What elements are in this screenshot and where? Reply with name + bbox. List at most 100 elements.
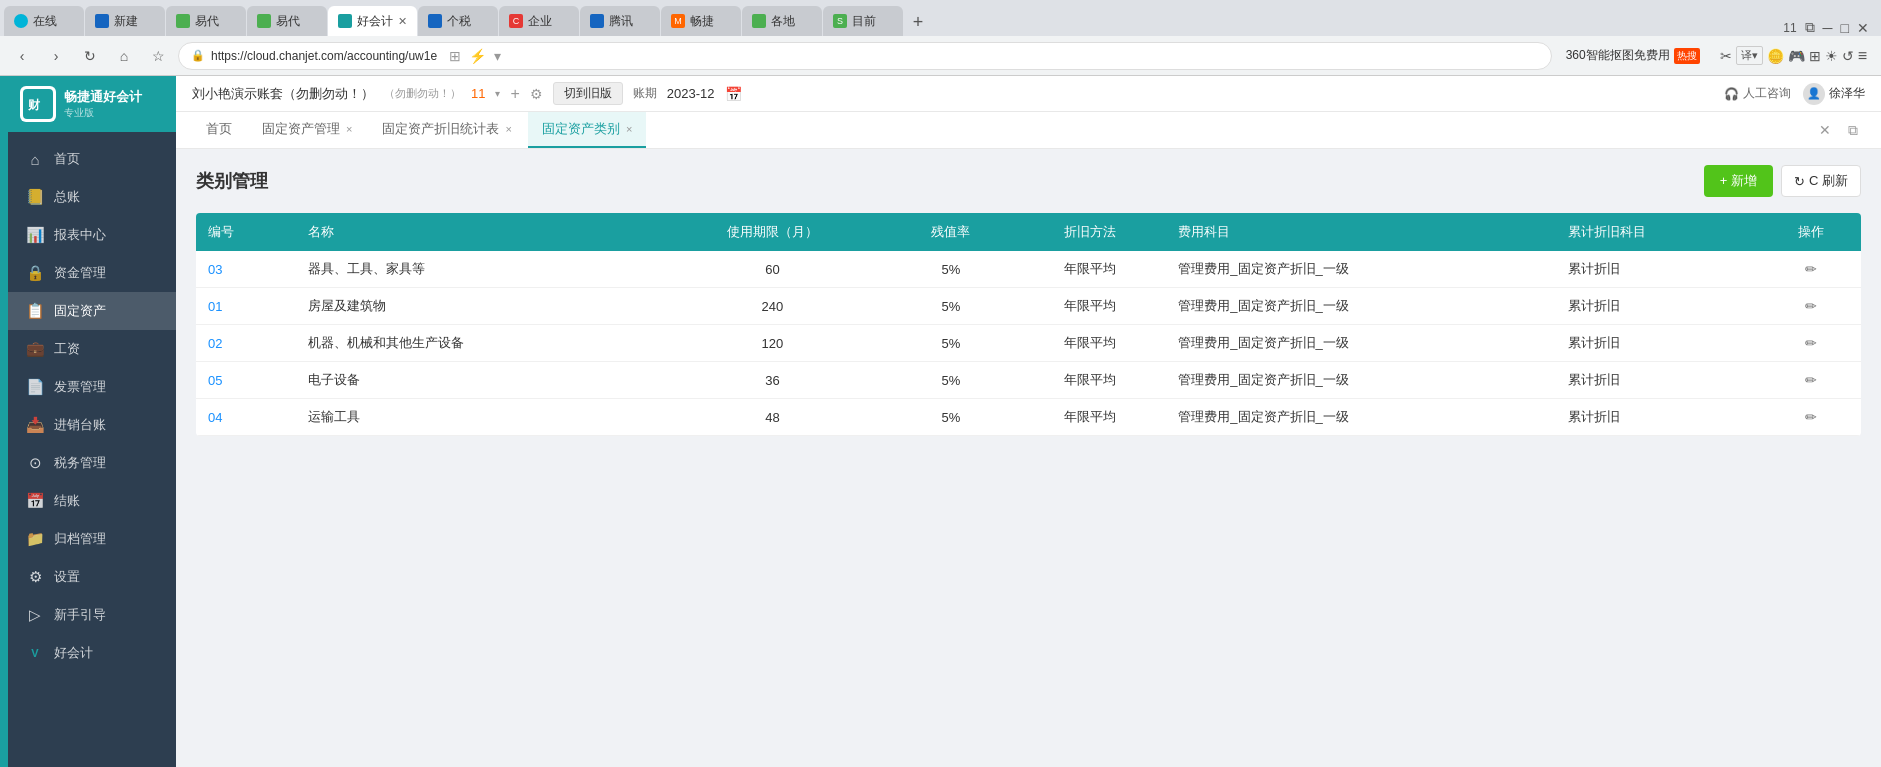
forward-button[interactable]: › <box>42 42 70 70</box>
sidebar-item-guide[interactable]: ▷ 新手引导 <box>8 596 176 634</box>
search-area[interactable]: 360智能抠图免费用 热搜 <box>1558 47 1708 64</box>
add-button[interactable]: + 新增 <box>1704 165 1773 197</box>
tab-fixed-asset-mgmt[interactable]: 固定资产管理 × <box>248 112 366 148</box>
browser-tab-gedi[interactable]: 各地 <box>742 6 822 36</box>
close-panel-icon[interactable]: ✕ <box>1813 118 1837 142</box>
browser-tab-muqian[interactable]: S 目前 <box>823 6 903 36</box>
browser-tab-new[interactable]: 新建 <box>85 6 165 36</box>
row4-name: 运输工具 <box>296 399 657 436</box>
dropdown-icon[interactable]: ▾ <box>494 48 501 64</box>
browser-tab-qiye[interactable]: C 企业 <box>499 6 579 36</box>
sidebar-item-payroll[interactable]: 💼 工资 <box>8 330 176 368</box>
new-window-icon[interactable]: ⧉ <box>1805 19 1815 36</box>
minimize-icon[interactable]: ─ <box>1823 20 1833 36</box>
svg-text:财: 财 <box>27 98 41 112</box>
url-bar[interactable]: 🔒 https://cloud.chanjet.com/accounting/u… <box>178 42 1552 70</box>
game-icon[interactable]: 🎮 <box>1788 48 1805 64</box>
browser-tab-changjie[interactable]: M 畅捷 <box>661 6 741 36</box>
sidebar-item-report[interactable]: 📊 报表中心 <box>8 216 176 254</box>
reload-button[interactable]: ↻ <box>76 42 104 70</box>
sidebar-item-invoice[interactable]: 📄 发票管理 <box>8 368 176 406</box>
tab-close-fixed-mgmt[interactable]: × <box>346 123 352 135</box>
tab-home[interactable]: 首页 <box>192 112 246 148</box>
page-title: 类别管理 <box>196 169 268 193</box>
grid-icon[interactable]: ⊞ <box>1809 48 1821 64</box>
table-row: 03 器具、工具、家具等 60 5% 年限平均 管理费用_固定资产折旧_一级 累… <box>196 251 1861 288</box>
sidebar-item-fixed-assets[interactable]: 📋 固定资产 <box>8 292 176 330</box>
menu-icon[interactable]: ≡ <box>1858 47 1867 65</box>
purchase-nav-icon: 📥 <box>26 416 44 434</box>
sidebar-item-close[interactable]: 📅 结账 <box>8 482 176 520</box>
tab-close-category[interactable]: × <box>626 123 632 135</box>
boost-icon: ⚡ <box>469 48 486 64</box>
user-info[interactable]: 👤 徐泽华 <box>1803 83 1865 105</box>
toolbar-add-icon[interactable]: + <box>510 85 519 103</box>
row2-edit-icon[interactable]: ✏ <box>1805 335 1817 351</box>
switch-version-button[interactable]: 切到旧版 <box>553 82 623 105</box>
browser-tab-geshui[interactable]: 个税 <box>418 6 498 36</box>
row3-expense: 管理费用_固定资产折旧_一级 <box>1166 362 1556 399</box>
calendar-icon[interactable]: 📅 <box>725 86 742 102</box>
period-value: 2023-12 <box>667 86 715 101</box>
row1-method: 年限平均 <box>1014 288 1166 325</box>
sidebar-label-archive: 归档管理 <box>54 530 106 548</box>
browser-tab-yidai2[interactable]: 易代 <box>247 6 327 36</box>
row4-edit-icon[interactable]: ✏ <box>1805 409 1817 425</box>
row1-code-link[interactable]: 01 <box>208 299 222 314</box>
browser-tab-yidai1[interactable]: 易代 <box>166 6 246 36</box>
tab-close-dep-table[interactable]: × <box>505 123 511 135</box>
back-button[interactable]: ‹ <box>8 42 36 70</box>
browser-tab-tengxun[interactable]: 腾讯 <box>580 6 660 36</box>
row2-period: 120 <box>657 325 888 362</box>
sidebar-label-funds: 资金管理 <box>54 264 106 282</box>
browser-tab-zaixin[interactable]: 在线 <box>4 6 84 36</box>
toolbar-settings-icon[interactable]: ⚙ <box>530 86 543 102</box>
refresh-button[interactable]: ↻ C 刷新 <box>1781 165 1861 197</box>
sidebar-item-archive[interactable]: 📁 归档管理 <box>8 520 176 558</box>
home-nav-icon: ⌂ <box>26 151 44 168</box>
tab-label-geshui: 个税 <box>447 13 471 30</box>
coin-icon[interactable]: 🪙 <box>1767 48 1784 64</box>
sidebar-label-payroll: 工资 <box>54 340 80 358</box>
row2-code-link[interactable]: 02 <box>208 336 222 351</box>
archive-nav-icon: 📁 <box>26 530 44 548</box>
sidebar-item-haokuaiji[interactable]: V 好会计 <box>8 634 176 672</box>
sidebar-item-home[interactable]: ⌂ 首页 <box>8 140 176 178</box>
sidebar: 财 畅捷通好会计 专业版 ⌂ 首页 📒 总账 📊 <box>8 76 176 767</box>
settings-nav-icon: ⚙ <box>26 568 44 586</box>
undo-icon[interactable]: ↺ <box>1842 48 1854 64</box>
scissors-icon[interactable]: ✂ <box>1720 48 1732 64</box>
row4-code-link[interactable]: 04 <box>208 410 222 425</box>
col-name: 名称 <box>296 213 657 251</box>
browser-tab-haokuaiji[interactable]: 好会计 ✕ <box>328 6 417 36</box>
url-text: https://cloud.chanjet.com/accounting/uw1… <box>211 49 437 63</box>
close-window-icon[interactable]: ✕ <box>1857 20 1869 36</box>
sidebar-item-tax[interactable]: ⊙ 税务管理 <box>8 444 176 482</box>
brightness-icon[interactable]: ☀ <box>1825 48 1838 64</box>
sidebar-item-settings[interactable]: ⚙ 设置 <box>8 558 176 596</box>
col-method: 折旧方法 <box>1014 213 1166 251</box>
data-table: 编号 名称 使用期限（月） 残值率 折旧方法 费用科目 累计折旧科目 操作 03 <box>196 213 1861 436</box>
row3-code-link[interactable]: 05 <box>208 373 222 388</box>
row0-code-link[interactable]: 03 <box>208 262 222 277</box>
sidebar-item-funds[interactable]: 🔒 资金管理 <box>8 254 176 292</box>
expand-panel-icon[interactable]: ⧉ <box>1841 118 1865 142</box>
translate-icon[interactable]: 译▾ <box>1736 46 1763 65</box>
row3-edit-icon[interactable]: ✏ <box>1805 372 1817 388</box>
tab-close-icon[interactable]: ✕ <box>398 15 407 28</box>
home-button[interactable]: ⌂ <box>110 42 138 70</box>
sidebar-item-zhangzhang[interactable]: 📒 总账 <box>8 178 176 216</box>
customer-service-button[interactable]: 🎧 人工咨询 <box>1724 85 1791 102</box>
new-tab-button[interactable]: + <box>904 8 932 36</box>
table-row: 02 机器、机械和其他生产设备 120 5% 年限平均 管理费用_固定资产折旧_… <box>196 325 1861 362</box>
maximize-icon[interactable]: □ <box>1841 20 1849 36</box>
tab-asset-category[interactable]: 固定资产类别 × <box>528 112 646 148</box>
row1-edit-icon[interactable]: ✏ <box>1805 298 1817 314</box>
row0-edit-icon[interactable]: ✏ <box>1805 261 1817 277</box>
toolbar-dropdown-icon[interactable]: ▾ <box>495 88 500 99</box>
row1-residual: 5% <box>888 288 1014 325</box>
bookmark-button[interactable]: ☆ <box>144 42 172 70</box>
sidebar-item-purchase[interactable]: 📥 进销台账 <box>8 406 176 444</box>
tab-depreciation-table[interactable]: 固定资产折旧统计表 × <box>368 112 525 148</box>
report-nav-icon: 📊 <box>26 226 44 244</box>
